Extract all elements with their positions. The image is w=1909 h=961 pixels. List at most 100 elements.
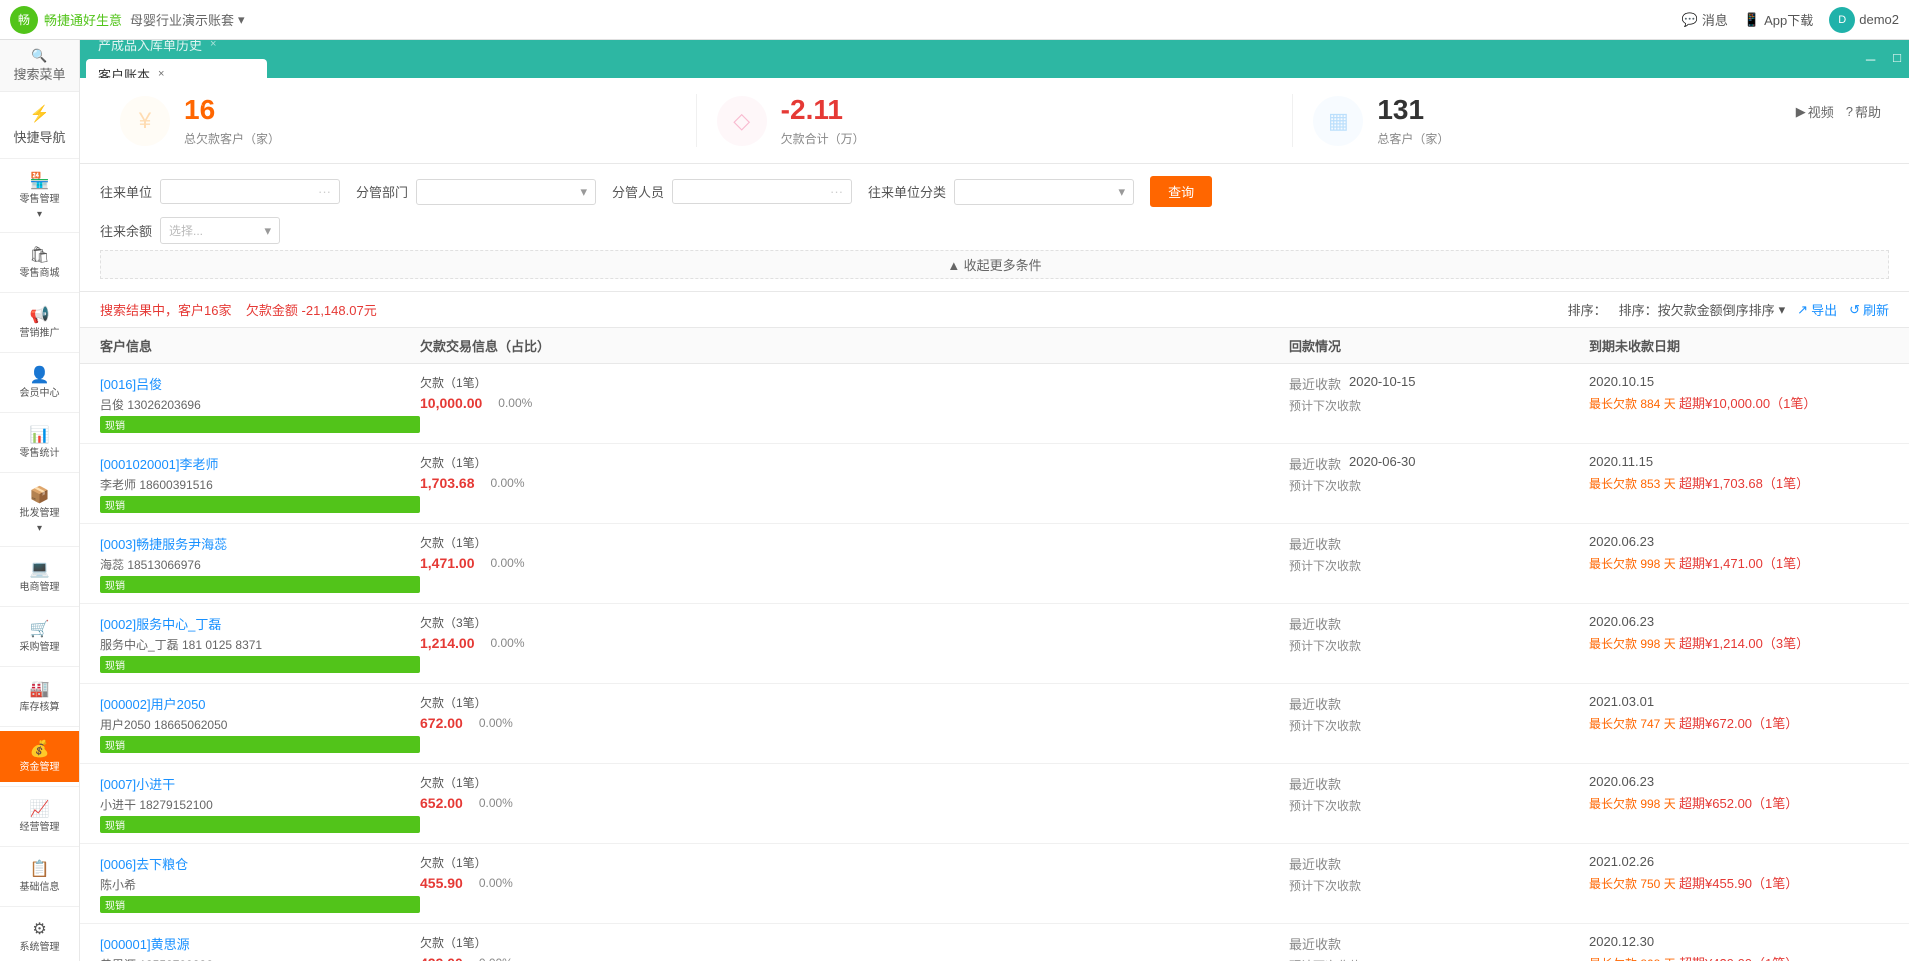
- sidebar-item-purchase[interactable]: 🛒采购管理: [0, 611, 79, 662]
- due-date-4: 2021.03.01: [1589, 694, 1889, 709]
- video-icon: ▶: [1796, 104, 1806, 120]
- due-info-6: 2021.02.26最长欠款 750 天 超期¥455.90（1笔）: [1589, 854, 1889, 892]
- search-button[interactable]: 查询: [1150, 176, 1212, 207]
- stat-info-2: 131 总客户（家）: [1377, 94, 1449, 147]
- sidebar-item-label-member: 会员中心: [20, 388, 60, 400]
- customer-name-0[interactable]: [0016]吕俊: [100, 374, 420, 393]
- sidebar-item-label-ecommerce: 电商管理: [20, 582, 60, 594]
- stat-info-1: -2.11 欠款合计（万）: [781, 94, 865, 147]
- customer-info-0: [0016]吕俊吕俊 13026203696现销: [100, 374, 420, 433]
- manager-input[interactable]: ···: [672, 179, 852, 204]
- customer-tag-3: 现销: [100, 656, 420, 673]
- collapse-icon: ▲: [947, 258, 960, 273]
- app-download-button[interactable]: 📱 App下载: [1744, 10, 1813, 29]
- customer-name-3[interactable]: [0002]服务中心_丁磊: [100, 614, 420, 633]
- sidebar-item-icon-operations: 📈: [30, 799, 50, 819]
- debt-ratio-1: 0.00%: [491, 476, 525, 490]
- tab-production[interactable]: 产成品入库单历史×: [86, 40, 267, 59]
- last-payment-label-0: 最近收款: [1289, 374, 1341, 393]
- customer-name-5[interactable]: [0007]小进干: [100, 774, 420, 793]
- department-select[interactable]: ▾: [416, 179, 596, 205]
- sidebar-item-system[interactable]: ⚙系统管理: [0, 911, 79, 961]
- customer-name-4[interactable]: [000002]用户2050: [100, 694, 420, 713]
- sort-select[interactable]: 排序：按欠款金额倒序排序 ▾: [1619, 300, 1786, 319]
- due-overdue-3: 最长欠款 998 天 超期¥1,214.00（3笔）: [1589, 633, 1889, 652]
- col-customer: 客户信息: [100, 336, 420, 355]
- sidebar-section-finance: 💰资金管理: [0, 727, 79, 787]
- logo-area[interactable]: 畅 畅捷通好生意: [10, 6, 122, 34]
- sidebar-item-icon-retail_stats: 📊: [30, 425, 50, 445]
- sidebar-item-label-marketing: 营销推广: [20, 328, 60, 340]
- overdue-link-1[interactable]: 超期¥1,703.68（1笔）: [1679, 476, 1809, 491]
- due-info-2: 2020.06.23最长欠款 998 天 超期¥1,471.00（1笔）: [1589, 534, 1889, 572]
- customer-name-7[interactable]: [000001]黄思源: [100, 934, 420, 953]
- balance-select[interactable]: 选择... ▾: [160, 217, 280, 244]
- table-header: 客户信息 欠款交易信息（占比） 回款情况 到期未收款日期: [80, 328, 1909, 364]
- help-button[interactable]: ? 帮助: [1846, 102, 1881, 121]
- due-info-0: 2020.10.15最长欠款 884 天 超期¥10,000.00（1笔）: [1589, 374, 1889, 412]
- user-menu[interactable]: D demo2: [1829, 7, 1899, 33]
- tab-close-production[interactable]: ×: [210, 40, 216, 50]
- sidebar-item-marketing[interactable]: 📢营销推广: [0, 297, 79, 348]
- overdue-link-4[interactable]: 超期¥672.00（1笔）: [1679, 716, 1798, 731]
- quick-nav-section: ⚡ 快捷导航: [0, 92, 79, 159]
- next-payment-3: 预计下次收款: [1289, 637, 1589, 654]
- due-info-7: 2020.12.30最长欠款 808 天 超期¥429.00（1笔）: [1589, 934, 1889, 961]
- debt-info-7: 欠款（1笔）429.000.00%: [420, 934, 1289, 961]
- refresh-button[interactable]: ↺ 刷新: [1849, 300, 1889, 319]
- due-overdue-0: 最长欠款 884 天 超期¥10,000.00（1笔）: [1589, 393, 1889, 412]
- avatar: D: [1829, 7, 1855, 33]
- filter-area: 往来单位 ··· 分管部门 ▾ 分管人员: [80, 164, 1909, 292]
- sidebar-item-ecommerce[interactable]: 💻电商管理: [0, 551, 79, 602]
- search-menu[interactable]: 🔍 搜索菜单: [0, 40, 79, 92]
- overdue-link-6[interactable]: 超期¥455.90（1笔）: [1679, 876, 1798, 891]
- top-bar-left: 畅 畅捷通好生意 母婴行业演示账套 ▾: [10, 6, 245, 34]
- results-actions: 排序： 排序：按欠款金额倒序排序 ▾ ↗ 导出 ↺ 刷新: [1568, 300, 1889, 319]
- sidebar-item-basic_info[interactable]: 📋基础信息: [0, 851, 79, 902]
- customer-tag-0: 现销: [100, 416, 420, 433]
- payment-info-4: 最近收款预计下次收款: [1289, 694, 1589, 734]
- table-row: [000002]用户2050用户2050 18665062050现销欠款（1笔）…: [80, 684, 1909, 764]
- video-button[interactable]: ▶ 视频: [1796, 102, 1834, 121]
- overdue-link-3[interactable]: 超期¥1,214.00（3笔）: [1679, 636, 1809, 651]
- sidebar-item-retail_stats[interactable]: 📊零售统计: [0, 417, 79, 468]
- tab-close-customer_account[interactable]: ×: [158, 68, 164, 80]
- next-payment-4: 预计下次收款: [1289, 717, 1589, 734]
- customer-name-2[interactable]: [0003]畅捷服务尹海蕊: [100, 534, 420, 553]
- tab-close-purchase_order[interactable]: ×: [197, 98, 203, 110]
- debt-row-2: 1,471.000.00%: [420, 555, 1289, 571]
- export-button[interactable]: ↗ 导出: [1797, 300, 1837, 319]
- overdue-link-5[interactable]: 超期¥652.00（1笔）: [1679, 796, 1798, 811]
- quick-nav[interactable]: ⚡ 快捷导航: [0, 96, 79, 154]
- sidebar-item-label-operations: 经营管理: [20, 822, 60, 834]
- sidebar-item-member[interactable]: 👤会员中心: [0, 357, 79, 408]
- sidebar-item-inventory[interactable]: 🏭库存核算: [0, 671, 79, 722]
- message-icon: 💬: [1682, 12, 1698, 28]
- message-button[interactable]: 💬 消息: [1682, 10, 1728, 29]
- store-selector[interactable]: 母婴行业演示账套 ▾: [130, 10, 245, 29]
- customer-name-1[interactable]: [0001020001]李老师: [100, 454, 420, 473]
- unit-category-select[interactable]: ▾: [954, 179, 1134, 205]
- sidebar-item-retail_store[interactable]: 🛍零售商城: [0, 237, 79, 288]
- customer-name-6[interactable]: [0006]去下粮仓: [100, 854, 420, 873]
- incoming-unit-input[interactable]: ···: [160, 179, 340, 204]
- due-date-3: 2020.06.23: [1589, 614, 1889, 629]
- sidebar-item-operations[interactable]: 📈 经营管理: [0, 791, 79, 842]
- customer-info-4: [000002]用户2050用户2050 18665062050现销: [100, 694, 420, 753]
- tab-close-incoming_stats[interactable]: ×: [249, 128, 255, 140]
- sidebar-item-finance[interactable]: 💰资金管理: [0, 731, 79, 782]
- table-row: [0007]小进干小进干 18279152100现销欠款（1笔）652.000.…: [80, 764, 1909, 844]
- minimize-button[interactable]: －: [1860, 50, 1881, 69]
- maximize-button[interactable]: □: [1889, 50, 1905, 69]
- col-payment: 回款情况: [1289, 336, 1589, 355]
- collapse-bar[interactable]: ▲ 收起更多条件: [100, 250, 1889, 279]
- overdue-link-0[interactable]: 超期¥10,000.00（1笔）: [1679, 396, 1816, 411]
- due-info-3: 2020.06.23 最长欠款 998 天 超期¥1,214.00（3笔）: [1589, 614, 1889, 652]
- debt-row-7: 429.000.00%: [420, 955, 1289, 961]
- debt-info-0: 欠款（1笔）10,000.000.00%: [420, 374, 1289, 411]
- sidebar-item-batch_mgmt[interactable]: 📦批发管理▾: [0, 477, 79, 542]
- sidebar-item-label-batch_mgmt: 批发管理: [20, 508, 60, 520]
- sidebar-item-retail_mgmt[interactable]: 🏪零售管理▾: [0, 163, 79, 228]
- overdue-link-7[interactable]: 超期¥429.00（1笔）: [1679, 956, 1798, 961]
- overdue-link-2[interactable]: 超期¥1,471.00（1笔）: [1679, 556, 1809, 571]
